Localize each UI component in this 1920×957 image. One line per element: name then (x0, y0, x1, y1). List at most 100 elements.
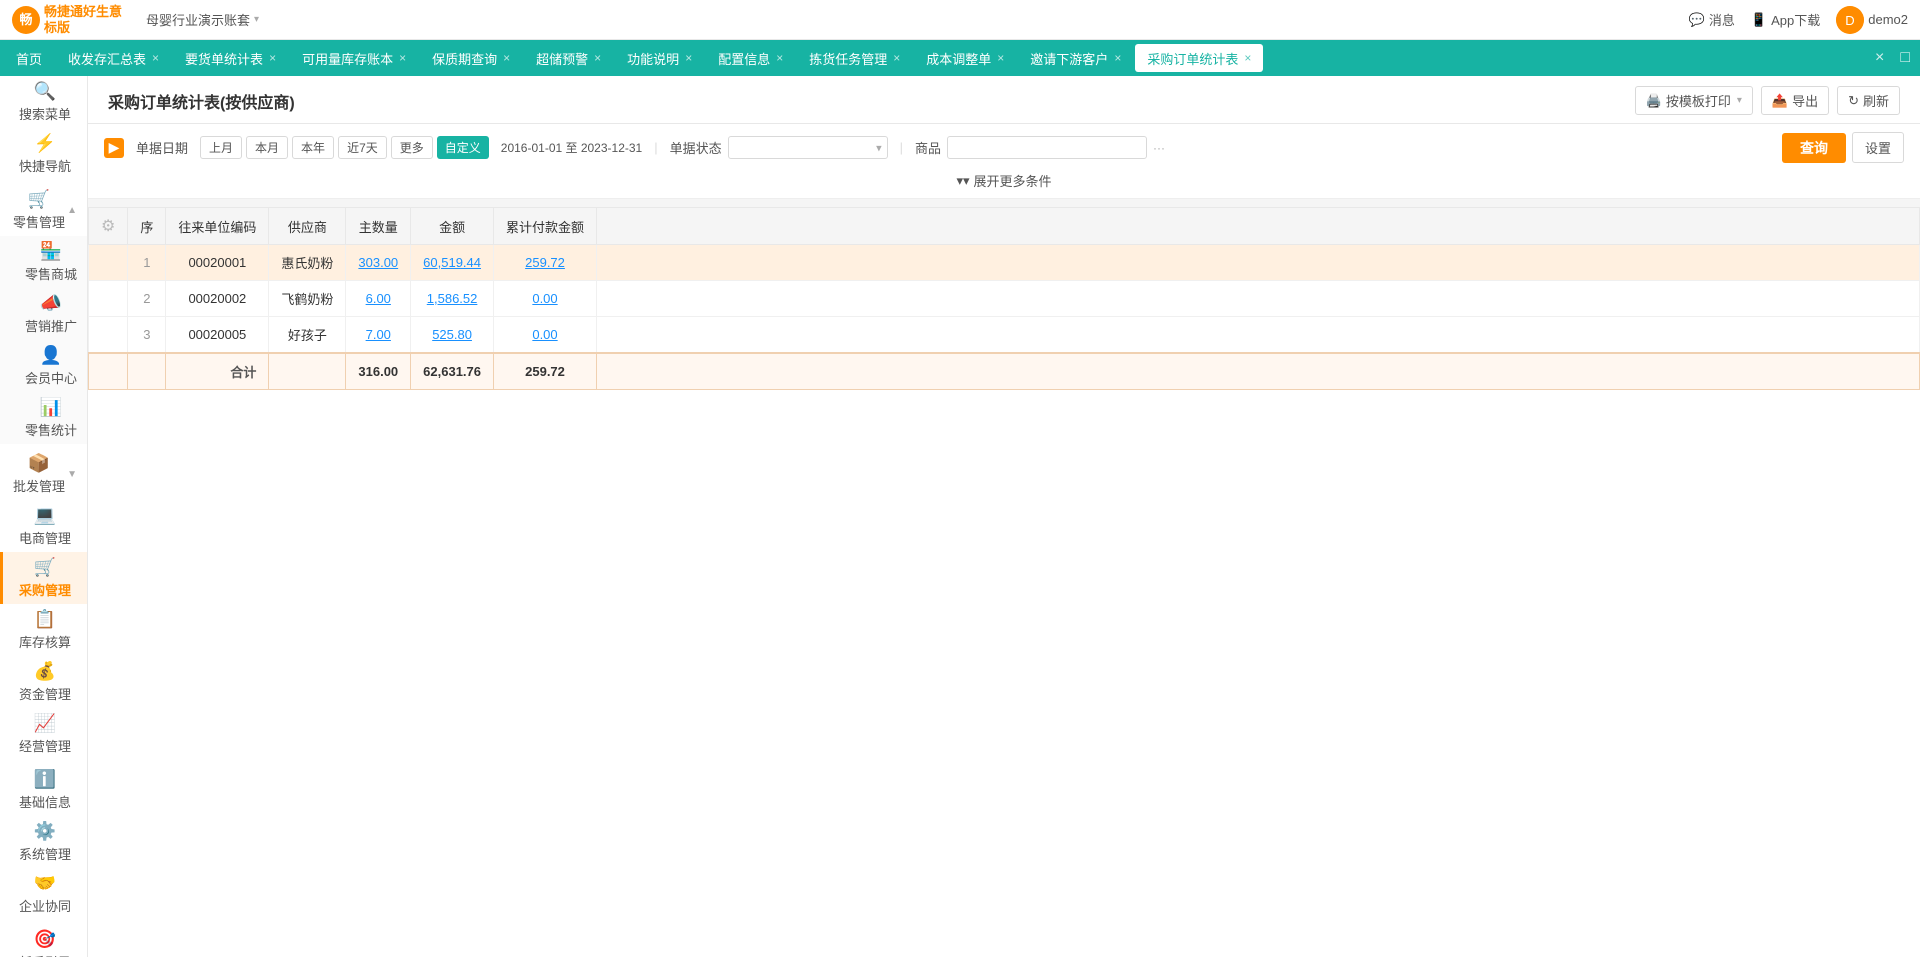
filter-toggle-button[interactable]: ▶ (104, 138, 124, 158)
close-tab-shoufa[interactable]: × (152, 51, 159, 65)
sidebar-item-inventory[interactable]: 📋 库存核算 (0, 604, 87, 656)
qty-link-3[interactable]: 7.00 (366, 327, 391, 342)
td-vendor-name-1: 惠氏奶粉 (269, 245, 346, 281)
tab-baozhi[interactable]: 保质期查询 × (420, 44, 522, 72)
basics-icon: ℹ️ (34, 769, 56, 790)
nav-close-btn[interactable]: × (1869, 49, 1890, 67)
sidebar-item-wholesale[interactable]: 📦 批发管理 ▼ (0, 448, 87, 500)
settings-button[interactable]: 设置 (1852, 132, 1904, 163)
refresh-button[interactable]: ↻ 刷新 (1837, 86, 1900, 115)
sidebar-item-quicknav[interactable]: ⚡ 快捷导航 (0, 128, 87, 180)
tab-chaoyun[interactable]: 超储预警 × (524, 44, 613, 72)
retail-icon: 🛒 (28, 189, 50, 210)
tab-caigou-active[interactable]: 采购订单统计表 × (1135, 44, 1263, 72)
amount-link-2[interactable]: 1,586.52 (427, 291, 478, 306)
export-button[interactable]: 📤 导出 (1761, 86, 1829, 115)
sidebar-item-retail-stats[interactable]: 📊 零售统计 (0, 392, 87, 444)
gear-icon[interactable]: ⚙ (101, 218, 115, 235)
th-vendor-code: 往来单位编码 (166, 208, 269, 245)
close-tab-peizhi[interactable]: × (776, 51, 783, 65)
tab-chengben[interactable]: 成本调整单 × (914, 44, 1016, 72)
tab-yaoqing[interactable]: 邀请下游客户 × (1018, 44, 1133, 72)
close-tab-gongneng[interactable]: × (685, 51, 692, 65)
date-btn-custom[interactable]: 自定义 (437, 136, 489, 159)
sidebar-item-member-label: 会员中心 (25, 368, 77, 387)
close-tab-yaoqing[interactable]: × (1114, 51, 1121, 65)
app-download-action[interactable]: 📱 App下载 (1751, 10, 1820, 29)
status-filter-group: 单据状态 (670, 136, 888, 159)
sidebar-item-ecommerce-label: 电商管理 (19, 528, 71, 547)
date-btn-this-month[interactable]: 本月 (246, 136, 288, 159)
sidebar-item-system[interactable]: ⚙️ 系统管理 (0, 816, 87, 868)
sidebar-item-guide-label: 新手引导 (19, 952, 71, 957)
date-shortcut-buttons: 上月 本月 本年 近7天 更多 自定义 (200, 136, 489, 159)
close-tab-baozhi[interactable]: × (503, 51, 510, 65)
sidebar-item-member[interactable]: 👤 会员中心 (0, 340, 87, 392)
date-btn-7days[interactable]: 近7天 (338, 136, 387, 159)
nav-maximize-btn[interactable]: □ (1894, 49, 1916, 67)
close-tab-keyongliang[interactable]: × (399, 51, 406, 65)
sidebar-item-marketing-label: 营销推广 (25, 316, 77, 335)
sidebar-item-basics[interactable]: ℹ️ 基础信息 (0, 764, 87, 816)
td-amount-2: 1,586.52 (411, 281, 494, 317)
workspace-dropdown-icon: ▾ (254, 14, 259, 25)
paid-link-3[interactable]: 0.00 (532, 327, 557, 342)
tab-home[interactable]: 首页 (4, 44, 54, 72)
table-header-row: ⚙ 序 往来单位编码 供应商 主数量 金额 累计付款金额 (89, 208, 1920, 245)
tab-jianhuo[interactable]: 拣货任务管理 × (797, 44, 912, 72)
template-print-button[interactable]: 🖨️ 按模板打印 ▾ (1635, 86, 1753, 115)
close-tab-chaoyun[interactable]: × (594, 51, 601, 65)
sidebar-item-collab[interactable]: 🤝 企业协同 (0, 868, 87, 920)
tab-peizhi[interactable]: 配置信息 × (706, 44, 795, 72)
sidebar-item-retailmall[interactable]: 🏪 零售商城 (0, 236, 87, 288)
table-row: 1 00020001 惠氏奶粉 303.00 60,519.44 259.72 (89, 245, 1920, 281)
ecommerce-icon: 💻 (34, 505, 56, 526)
close-tab-chengben[interactable]: × (997, 51, 1004, 65)
sidebar-item-search[interactable]: 🔍 搜索菜单 (0, 76, 87, 128)
close-tab-jianhuo[interactable]: × (893, 51, 900, 65)
qty-link-2[interactable]: 6.00 (366, 291, 391, 306)
date-btn-this-year[interactable]: 本年 (292, 136, 334, 159)
goods-filter-input[interactable] (947, 136, 1147, 159)
workspace-selector[interactable]: 母婴行业演示账套 ▾ (146, 10, 259, 29)
th-qty: 主数量 (346, 208, 411, 245)
status-select-wrap (728, 136, 888, 159)
tab-yaohuo[interactable]: 要货单统计表 × (173, 44, 288, 72)
retail-expand-icon: ▲ (67, 205, 77, 216)
sidebar-item-marketing[interactable]: 📣 营销推广 (0, 288, 87, 340)
paid-link-2[interactable]: 0.00 (532, 291, 557, 306)
status-filter-label: 单据状态 (670, 138, 722, 157)
sidebar-item-retail[interactable]: 🛒 零售管理 ▲ (0, 184, 87, 236)
qty-link-1[interactable]: 303.00 (358, 255, 398, 270)
td-qty-3: 7.00 (346, 317, 411, 354)
user-avatar[interactable]: D demo2 (1836, 6, 1908, 34)
page-header: 采购订单统计表(按供应商) 🖨️ 按模板打印 ▾ 📤 导出 ↻ 刷新 (88, 76, 1920, 124)
message-action[interactable]: 💬 消息 (1689, 10, 1735, 29)
tab-gongneng[interactable]: 功能说明 × (615, 44, 704, 72)
inventory-icon: 📋 (34, 609, 56, 630)
expand-more-row[interactable]: ▾▾ 展开更多条件 (104, 171, 1904, 190)
amount-link-1[interactable]: 60,519.44 (423, 255, 481, 270)
paid-link-1[interactable]: 259.72 (525, 255, 565, 270)
collab-icon: 🤝 (34, 873, 56, 894)
status-select[interactable] (728, 136, 888, 159)
tab-keyongliang[interactable]: 可用量库存账本 × (290, 44, 418, 72)
close-tab-yaohuo[interactable]: × (269, 51, 276, 65)
sidebar-item-wholesale-label: 批发管理 (13, 476, 65, 495)
sidebar-item-ecommerce[interactable]: 💻 电商管理 (0, 500, 87, 552)
date-btn-more[interactable]: 更多 (391, 136, 433, 159)
amount-link-3[interactable]: 525.80 (432, 327, 472, 342)
sidebar-item-purchase[interactable]: 🛒 采购管理 (0, 552, 87, 604)
page-title: 采购订单统计表(按供应商) (108, 89, 295, 113)
date-btn-last-month[interactable]: 上月 (200, 136, 242, 159)
sidebar-item-guide[interactable]: 🎯 新手引导 (0, 924, 87, 957)
tab-shoufa[interactable]: 收发存汇总表 × (56, 44, 171, 72)
sidebar-item-finance[interactable]: 💰 资金管理 (0, 656, 87, 708)
goods-filter-more[interactable]: ··· (1153, 141, 1165, 155)
svg-text:畅: 畅 (19, 12, 32, 27)
sidebar-item-operations[interactable]: 📈 经营管理 (0, 708, 87, 760)
query-button[interactable]: 查询 (1782, 133, 1846, 163)
tf-empty-2 (128, 353, 166, 390)
td-gear-1 (89, 245, 128, 281)
close-tab-caigou[interactable]: × (1244, 51, 1251, 65)
